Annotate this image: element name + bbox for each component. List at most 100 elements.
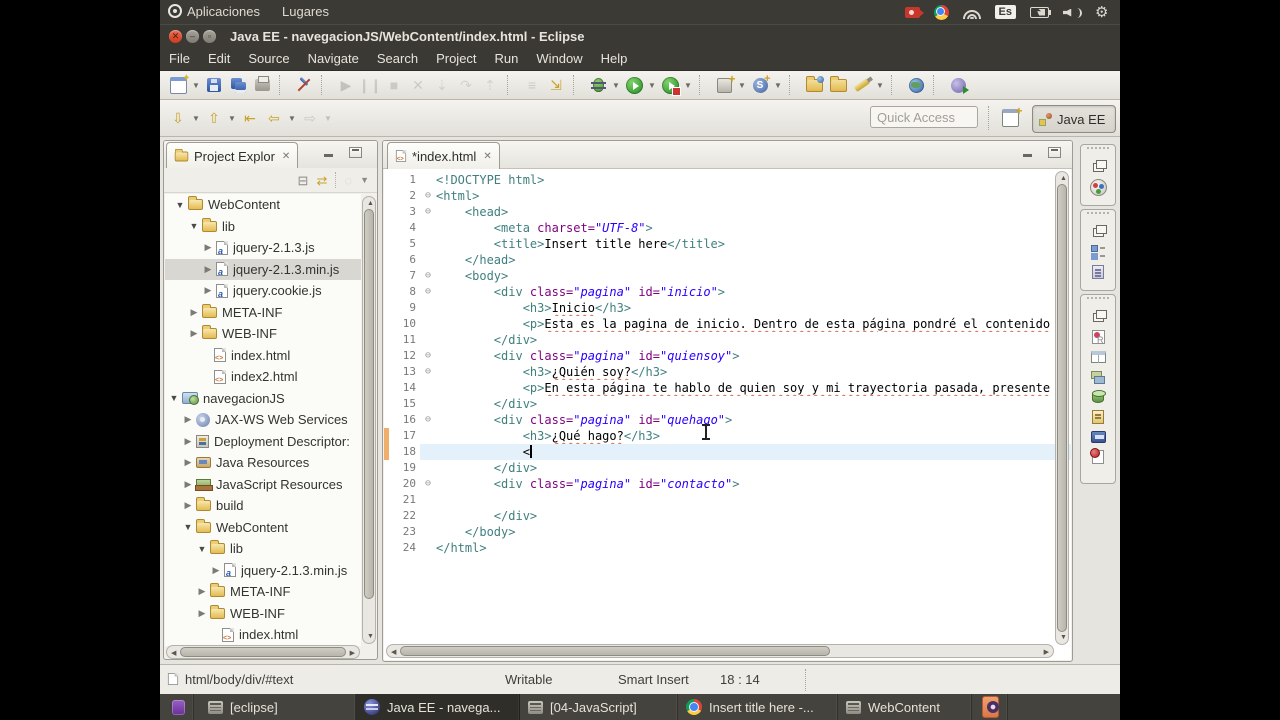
task-eclipse-window[interactable]: Java EE - navega... [356,694,520,720]
editor-vertical-scrollbar[interactable]: ▲ ▼ [1055,171,1069,645]
code-line[interactable]: 14 <p>En esta página te hablo de quien s… [384,380,1071,396]
internal-web-browser-button[interactable] [904,74,928,96]
import-archive-button[interactable] [802,74,826,96]
step-over-button[interactable]: ↷ [454,74,478,96]
editor-horizontal-scrollbar[interactable]: ◀ ▶ [386,644,1054,658]
menu-window[interactable]: Window [527,48,591,69]
task-webcontent-folder[interactable]: WebContent [838,694,972,720]
code-line[interactable]: 2 ⊖ <html> [384,188,1071,204]
use-step-filters-button[interactable]: ≡ [520,74,544,96]
code-line[interactable]: 1 <!DOCTYPE html> [384,172,1071,188]
screen-recorder-icon[interactable] [904,6,924,18]
documentation-view-button[interactable] [1088,263,1108,281]
code-line[interactable]: 9 <h3>Inicio</h3> [384,300,1071,316]
collapse-arrow-icon[interactable]: ▶ [197,586,207,597]
tree-item[interactable]: ▼ WebContent [165,194,361,216]
editor-tab-index-html[interactable]: *index.html ✕ [387,142,500,169]
error-log-view-button[interactable] [1088,448,1108,466]
expand-arrow-icon[interactable]: ▼ [169,393,179,403]
quick-access-input[interactable] [870,106,978,128]
menu-edit[interactable]: Edit [199,48,239,69]
window-title-bar[interactable]: ✕ – ▫ Java EE - navegacionJS/WebContent/… [160,24,1120,48]
disconnect-button[interactable]: ✕ [406,74,430,96]
editor-tab-close-icon[interactable]: ✕ [483,151,491,162]
task-eclipse-folder[interactable]: [eclipse] [200,694,356,720]
battery-icon[interactable] [1030,6,1051,18]
new-server-button[interactable]: S [748,72,772,96]
window-minimize-button[interactable]: – [186,30,199,43]
menu-search[interactable]: Search [368,48,427,69]
code-line[interactable]: 7 ⊖ <body> [384,268,1071,284]
restore-view-button[interactable] [1088,223,1108,241]
suspend-button[interactable]: ❙❙ [358,74,382,96]
tree-item[interactable]: ▶ build [165,495,361,517]
code-line[interactable]: 16 ⊖ <div class="pagina" id="quehago"> [384,412,1071,428]
project-explorer-tab[interactable]: Project Explor ✕ [166,142,299,169]
terminate-button[interactable]: ■ [382,74,406,96]
previous-annotation-button[interactable]: ⇧ [202,107,226,129]
run-dropdown[interactable]: ▼ [646,74,658,96]
focus-on-active-task-icon[interactable]: ◌ [344,174,352,187]
collapse-arrow-icon[interactable]: ▶ [183,436,193,447]
fold-marker-icon[interactable]: ⊖ [420,476,436,492]
format-brush-dropdown[interactable]: ▼ [874,74,886,96]
editor-minimize-button[interactable] [1023,147,1036,158]
code-line[interactable]: 15 </div> [384,396,1071,412]
code-line[interactable]: 13 ⊖ <h3>¿Quién soy?</h3> [384,364,1071,380]
tree-item[interactable]: ▼ navegacionJS [165,388,361,410]
coverage-button[interactable] [658,74,682,96]
tree-item[interactable]: ▶ JAX-WS Web Services [165,409,361,431]
tree-item[interactable]: ▶ Deployment Descriptor: [165,431,361,453]
last-edit-location-button[interactable]: ⇤ [238,107,262,129]
drag-handle[interactable] [1087,212,1109,221]
menu-navigate[interactable]: Navigate [299,48,368,69]
tree-item[interactable]: ▼ WebContent [165,517,361,539]
new-wizard-dropdown[interactable]: ▼ [190,74,202,96]
screen-recorder-task[interactable] [164,694,194,720]
collapse-arrow-icon[interactable]: ▶ [183,414,193,425]
distro-logo-icon[interactable] [168,4,182,18]
back-dropdown[interactable]: ▼ [286,107,298,129]
menu-source[interactable]: Source [239,48,298,69]
code-line[interactable]: 11 </div> [384,332,1071,348]
wifi-icon[interactable] [962,6,981,19]
drag-handle[interactable] [1087,297,1109,306]
places-menu[interactable]: Lugares [282,4,329,19]
collapse-arrow-icon[interactable]: ▶ [189,328,199,339]
new-wizard-button[interactable] [166,73,191,96]
code-line[interactable]: 5 <title>Insert title here</title> [384,236,1071,252]
java-ee-perspective-button[interactable]: Java EE [1032,105,1117,133]
menu-run[interactable]: Run [486,48,528,69]
collapse-all-icon[interactable]: ⊟ [298,174,309,187]
collapse-arrow-icon[interactable]: ▶ [203,285,213,296]
markers-view-button[interactable] [1088,328,1108,346]
tree-item[interactable]: index.html [165,624,361,646]
collapse-arrow-icon[interactable]: ▶ [203,242,213,253]
code-line[interactable]: 18 < [384,444,1071,460]
code-line[interactable]: 23 </body> [384,524,1071,540]
menu-file[interactable]: File [160,48,199,69]
task-eclipse-launcher[interactable] [974,694,1008,720]
volume-icon[interactable] [1063,6,1082,19]
restore-view-button[interactable] [1088,158,1108,176]
tree-item[interactable]: ▶ jquery-2.1.3.min.js [165,560,361,582]
resume-button[interactable]: ▶ [334,74,358,96]
code-line[interactable]: 17 <h3>¿Qué hago?</h3> [384,428,1071,444]
tree-item[interactable]: ▶ jquery-2.1.3.min.js [165,258,361,280]
code-line[interactable]: 3 ⊖ <head> [384,204,1071,220]
fold-marker-icon[interactable]: ⊖ [420,188,436,204]
project-explorer-minimize-button[interactable] [324,147,337,158]
palette-view-button[interactable] [1088,178,1108,196]
collapse-arrow-icon[interactable]: ▶ [183,479,193,490]
coverage-dropdown[interactable]: ▼ [682,74,694,96]
save-button[interactable] [202,74,226,96]
open-perspective-button[interactable] [998,104,1023,129]
code-line[interactable]: 20 ⊖ <div class="pagina" id="contacto"> [384,476,1071,492]
tree-item[interactable]: ▼ lib [165,216,361,238]
run-button[interactable] [622,74,646,96]
task-chrome-window[interactable]: Insert title here -... [678,694,838,720]
code-line[interactable]: 8 ⊖ <div class="pagina" id="inicio"> [384,284,1071,300]
forward-dropdown[interactable]: ▼ [322,107,334,129]
fold-marker-icon[interactable]: ⊖ [420,204,436,220]
tree-item[interactable]: ▶ META-INF [165,581,361,603]
